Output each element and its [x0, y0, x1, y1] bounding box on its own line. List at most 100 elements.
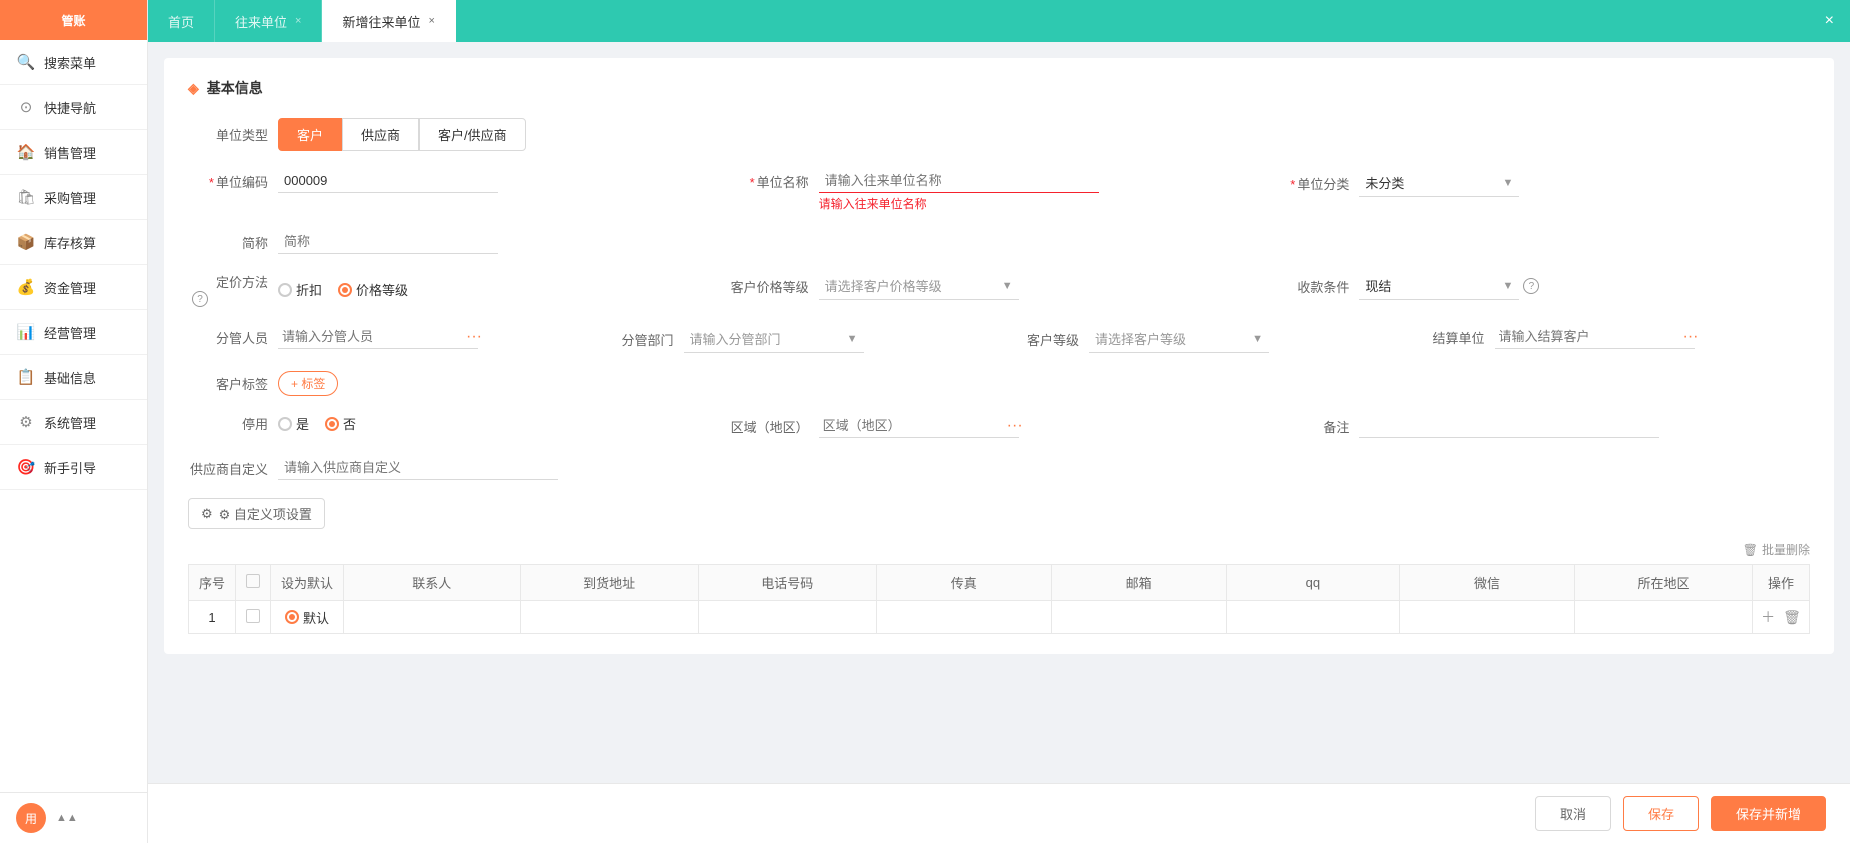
col-region: 所在地区: [1575, 565, 1753, 601]
tab-home[interactable]: 首页: [148, 0, 215, 42]
code-required: *: [209, 175, 214, 190]
disabled-field: 停用 是 否: [188, 414, 729, 433]
code-input[interactable]: [278, 169, 498, 193]
settlement-ellipsis-button[interactable]: ···: [1679, 328, 1703, 346]
address-input[interactable]: [529, 610, 690, 625]
custom-settings-button[interactable]: ⚙ ⚙ 自定义项设置: [188, 498, 325, 529]
col-address: 到货地址: [520, 565, 698, 601]
phone-input[interactable]: [707, 610, 868, 625]
tab-new-partner[interactable]: 新增往来单位 ×: [322, 0, 455, 42]
disabled-yes-option[interactable]: 是: [278, 414, 309, 433]
cell-wechat: [1400, 601, 1575, 634]
region-table-input[interactable]: [1583, 610, 1744, 625]
pricing-discount-option[interactable]: 折扣: [278, 280, 322, 299]
price-level-select[interactable]: 请选择客户价格等级 ▼: [819, 272, 1019, 300]
sidebar-item-finance[interactable]: 💰 资金管理: [0, 265, 147, 310]
sidebar-item-quicknav[interactable]: ⊙ 快捷导航: [0, 85, 147, 130]
tab-partners[interactable]: 往来单位 ×: [215, 0, 322, 42]
email-input[interactable]: [1060, 610, 1218, 625]
dept-select[interactable]: 请输入分管部门 ▼: [684, 325, 864, 353]
manager-row: 分管人员 ··· 分管部门 请输入分管部门 ▼ 客户等级: [188, 325, 1810, 353]
type-customer-button[interactable]: 客户: [278, 118, 342, 151]
cell-checkbox: [236, 601, 271, 634]
fax-input[interactable]: [885, 610, 1043, 625]
sidebar-item-guide[interactable]: 🎯 新手引导: [0, 445, 147, 490]
tab-new-partner-close[interactable]: ×: [428, 15, 434, 27]
default-radio-option[interactable]: 默认: [279, 608, 335, 627]
add-tag-button[interactable]: + 标签: [278, 371, 338, 396]
section-title: ◈ 基本信息: [188, 78, 1810, 98]
type-both-button[interactable]: 客户/供应商: [419, 118, 526, 151]
batch-delete-label[interactable]: 批量删除: [1762, 541, 1810, 558]
row-actions: ＋ 🗑: [1761, 607, 1801, 627]
cell-qq: [1226, 601, 1399, 634]
category-label: *单位分类: [1269, 174, 1349, 193]
pricing-help-icon[interactable]: ?: [192, 291, 208, 307]
col-checkbox: [236, 565, 271, 601]
dept-chevron-icon: ▼: [847, 333, 858, 345]
system-icon: ⚙: [16, 412, 36, 432]
sidebar-item-basic-label: 基础信息: [44, 368, 96, 387]
name-field: *单位名称 请输入往来单位名称: [729, 169, 1270, 212]
disabled-no-radio[interactable]: [325, 417, 339, 431]
tag-label: 客户标签: [188, 374, 268, 393]
price-level-placeholder: 请选择客户价格等级: [825, 276, 998, 295]
cell-address: [520, 601, 698, 634]
sidebar-item-purchase[interactable]: 🛍 采购管理: [0, 175, 147, 220]
payment-value: 现结: [1365, 276, 1498, 295]
customer-level-chevron-icon: ▼: [1252, 333, 1263, 345]
unit-type-group: 客户 供应商 客户/供应商: [278, 118, 526, 151]
pricing-level-option[interactable]: 价格等级: [338, 280, 408, 299]
pricing-level-radio[interactable]: [338, 283, 352, 297]
price-level-chevron-icon: ▼: [1002, 280, 1013, 292]
sidebar-item-system[interactable]: ⚙ 系统管理: [0, 400, 147, 445]
contact-input[interactable]: [352, 610, 512, 625]
sidebar-item-sales[interactable]: 🏠 销售管理: [0, 130, 147, 175]
cancel-button[interactable]: 取消: [1535, 796, 1611, 831]
remark-input[interactable]: [1359, 414, 1659, 438]
supplier-custom-label: 供应商自定义: [188, 459, 268, 478]
sidebar-item-inventory[interactable]: 📦 库存核算: [0, 220, 147, 265]
qq-input[interactable]: [1235, 610, 1391, 625]
payment-select[interactable]: 现结 ▼: [1359, 272, 1519, 300]
disabled-yes-radio[interactable]: [278, 417, 292, 431]
wechat-input[interactable]: [1408, 610, 1566, 625]
region-input[interactable]: [819, 414, 1003, 437]
name-input[interactable]: [819, 169, 1099, 193]
save-button[interactable]: 保存: [1623, 796, 1699, 831]
manager-input[interactable]: [278, 325, 462, 348]
settlement-input-group: ···: [1495, 325, 1695, 349]
add-row-button[interactable]: ＋: [1761, 607, 1775, 627]
delete-row-button[interactable]: 🗑: [1783, 609, 1801, 626]
disabled-no-option[interactable]: 否: [325, 414, 356, 433]
sidebar-item-search[interactable]: 🔍 搜索菜单: [0, 40, 147, 85]
pricing-field: 定价方法 ? 折扣 价格等级: [188, 272, 729, 307]
sidebar-item-basic[interactable]: 📋 基础信息: [0, 355, 147, 400]
row-checkbox[interactable]: [246, 609, 260, 623]
contacts-table-container: 序号 设为默认 联系人 到货地址 电话号码 传真 邮箱 qq 微信 所在地区 操…: [188, 564, 1810, 634]
region-label: 区域（地区）: [729, 417, 809, 436]
type-supplier-button[interactable]: 供应商: [342, 118, 419, 151]
save-new-button[interactable]: 保存并新增: [1711, 796, 1826, 831]
sidebar-item-operation[interactable]: 📊 经营管理: [0, 310, 147, 355]
supplier-custom-field: 供应商自定义: [188, 456, 638, 480]
tab-bar: 首页 往来单位 × 新增往来单位 × ×: [148, 0, 1850, 42]
customer-level-select[interactable]: 请选择客户等级 ▼: [1089, 325, 1269, 353]
batch-delete-area: 🗑 批量删除: [188, 541, 1810, 558]
cell-actions: ＋ 🗑: [1753, 601, 1810, 634]
window-close-button[interactable]: ×: [1809, 12, 1850, 30]
tab-partners-close[interactable]: ×: [295, 15, 301, 27]
pricing-discount-radio[interactable]: [278, 283, 292, 297]
shortname-input[interactable]: [278, 230, 498, 254]
content-area: ◈ 基本信息 单位类型 客户 供应商 客户/供应商 *单位编: [148, 42, 1850, 783]
select-all-checkbox[interactable]: [246, 574, 260, 588]
supplier-custom-input[interactable]: [278, 456, 558, 480]
settlement-input[interactable]: [1495, 325, 1679, 348]
category-select[interactable]: 未分类 ▼: [1359, 169, 1519, 197]
payment-help-icon[interactable]: ?: [1523, 278, 1539, 294]
col-default: 设为默认: [271, 565, 344, 601]
category-required: *: [1290, 177, 1295, 192]
manager-ellipsis-button[interactable]: ···: [462, 328, 486, 346]
region-ellipsis-button[interactable]: ···: [1003, 417, 1027, 435]
default-radio[interactable]: [285, 610, 299, 624]
